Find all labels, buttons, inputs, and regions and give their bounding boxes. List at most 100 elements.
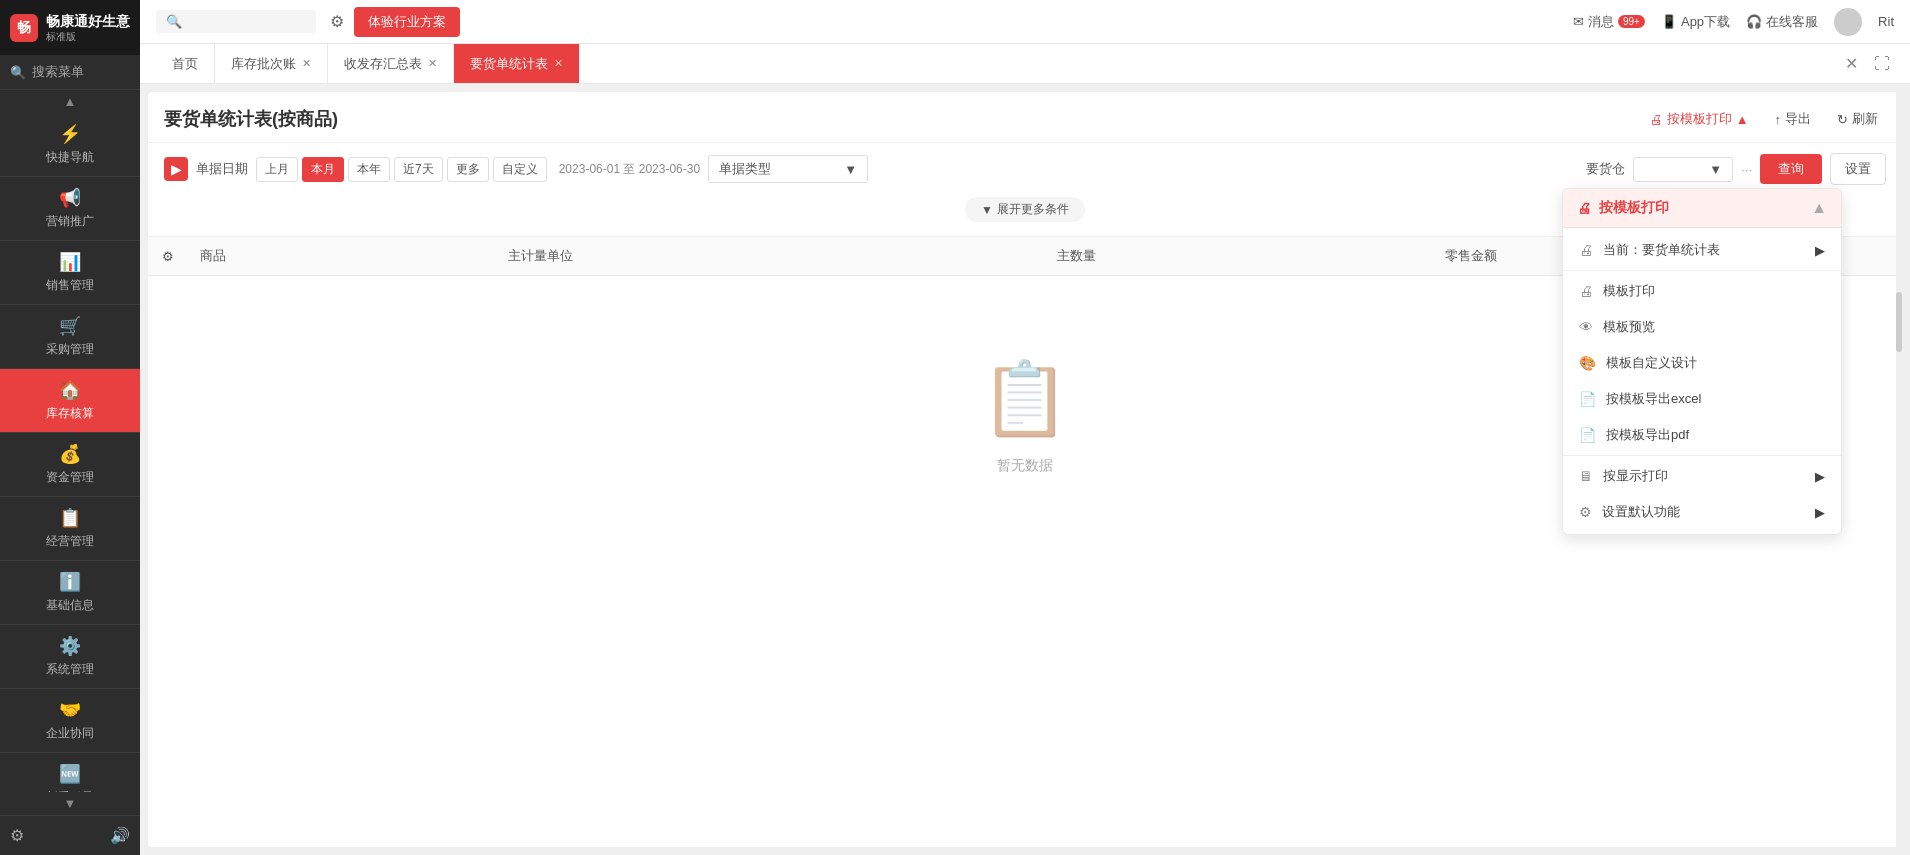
- warehouse-select[interactable]: ▼: [1633, 157, 1733, 182]
- sidebar-item-label: 企业协同: [46, 725, 94, 742]
- page-header: 要货单统计表(按商品) 🖨 按模板打印 ▲ ↑ 导出 ↻ 刷新: [148, 92, 1902, 143]
- logo-text: 畅康通好生意 标准版: [46, 12, 130, 43]
- message-label: 消息: [1588, 13, 1614, 31]
- tab-home[interactable]: 首页: [156, 44, 215, 83]
- online-service-btn[interactable]: 🎧 在线客服: [1746, 13, 1818, 31]
- tab-label: 库存批次账: [231, 55, 296, 73]
- username: Rit: [1878, 14, 1894, 29]
- set-default-icon: ⚙: [1579, 504, 1592, 520]
- sidebar-item-label: 营销推广: [46, 213, 94, 230]
- app-logo: 畅 畅康通好生意 标准版: [0, 0, 140, 55]
- expand-more-conditions-btn[interactable]: ▼ 展开更多条件: [965, 197, 1085, 222]
- chevron-down-icon3: ▼: [981, 203, 993, 217]
- avatar[interactable]: [1834, 8, 1862, 36]
- print-icon: 🖨: [1650, 112, 1663, 127]
- tab-batch-account[interactable]: 库存批次账 ✕: [215, 44, 328, 83]
- template-print-label: 模板打印: [1603, 282, 1655, 300]
- filter-extra-label: 要货仓: [1586, 160, 1625, 178]
- tab-receipt-summary[interactable]: 收发存汇总表 ✕: [328, 44, 454, 83]
- template-preview-label: 模板预览: [1603, 318, 1655, 336]
- sidebar-item-guide[interactable]: 🆕 新手引导: [0, 753, 140, 792]
- sidebar-scroll-up[interactable]: ▲: [0, 90, 140, 113]
- topbar-search-input[interactable]: [188, 15, 288, 29]
- topbar-right: ✉ 消息 99+ 📱 App下载 🎧 在线客服 Rit: [1573, 8, 1894, 36]
- speaker-icon[interactable]: 🔊: [110, 826, 130, 845]
- col-product: 商品: [188, 237, 496, 276]
- tab-close-btn[interactable]: ✕: [302, 57, 311, 70]
- btn-export-label: 导出: [1785, 110, 1811, 128]
- settings-btn[interactable]: 设置: [1830, 153, 1886, 185]
- sidebar-item-inventory[interactable]: 🏠 库存核算: [0, 369, 140, 433]
- topbar-search-box[interactable]: 🔍: [156, 10, 316, 33]
- btn-template-print[interactable]: 🖨 按模板打印 ▲: [1642, 106, 1757, 132]
- sidebar-item-basic[interactable]: ℹ️ 基础信息: [0, 561, 140, 625]
- dropdown-display-print[interactable]: 🖥 按显示打印 ▶: [1563, 458, 1841, 494]
- chevron-down-icon2: ▼: [1709, 162, 1722, 177]
- order-type-select[interactable]: 单据类型 ▼: [708, 155, 868, 183]
- template-print-dropdown: 🖨 按模板打印 ▲ 🖨 当前：要货单统计表 ▶ 🖨 模板打印: [1562, 188, 1842, 535]
- sidebar-item-finance[interactable]: 💰 资金管理: [0, 433, 140, 497]
- settings-footer-icon[interactable]: ⚙: [10, 826, 24, 845]
- dropdown-current-template[interactable]: 🖨 当前：要货单统计表 ▶: [1563, 232, 1841, 268]
- dropdown-template-design[interactable]: 🎨 模板自定义设计: [1563, 345, 1841, 381]
- sidebar-item-purchase[interactable]: 🛒 采购管理: [0, 305, 140, 369]
- topbar-gear-icon[interactable]: ⚙: [330, 12, 344, 31]
- app-download-btn[interactable]: 📱 App下载: [1661, 13, 1730, 31]
- date-btn-this-month[interactable]: 本月: [302, 157, 344, 182]
- display-print-label: 按显示打印: [1603, 467, 1668, 485]
- tab-close-btn[interactable]: ✕: [428, 57, 437, 70]
- dropdown-export-excel[interactable]: 📄 按模板导出excel: [1563, 381, 1841, 417]
- date-btn-more[interactable]: 更多: [447, 157, 489, 182]
- sidebar-item-marketing[interactable]: 📢 营销推广: [0, 177, 140, 241]
- search-menu-label: 搜索菜单: [32, 63, 84, 81]
- chevron-down-icon: ▼: [844, 162, 857, 177]
- btn-refresh[interactable]: ↻ 刷新: [1829, 106, 1886, 132]
- tab-label: 要货单统计表: [470, 55, 548, 73]
- sidebar-scroll-down[interactable]: ▼: [0, 792, 140, 815]
- more-conditions-label: 展开更多条件: [997, 201, 1069, 218]
- empty-illustration: 📋: [980, 356, 1070, 441]
- sidebar-item-collab[interactable]: 🤝 企业协同: [0, 689, 140, 753]
- btn-export[interactable]: ↑ 导出: [1767, 106, 1820, 132]
- logo-edition: 标准版: [46, 30, 130, 43]
- divider2: [1563, 455, 1841, 456]
- tab-order-stats[interactable]: 要货单统计表 ✕: [454, 44, 580, 83]
- col-unit: 主计量单位: [496, 237, 1045, 276]
- dropdown-set-default[interactable]: ⚙ 设置默认功能 ▶: [1563, 494, 1841, 530]
- dropdown-template-preview[interactable]: 👁 模板预览: [1563, 309, 1841, 345]
- message-icon: ✉: [1573, 14, 1584, 29]
- sidebar-item-sales[interactable]: 📊 销售管理: [0, 241, 140, 305]
- chevron-right-icon2: ▶: [1815, 469, 1825, 484]
- message-btn[interactable]: ✉ 消息 99+: [1573, 13, 1645, 31]
- tabbar: 首页 库存批次账 ✕ 收发存汇总表 ✕ 要货单统计表 ✕ ✕ ⛶: [140, 44, 1910, 84]
- dropdown-close-btn[interactable]: ▲: [1811, 199, 1827, 217]
- sidebar-item-system[interactable]: ⚙️ 系统管理: [0, 625, 140, 689]
- divider: [1563, 270, 1841, 271]
- dropdown-template-print[interactable]: 🖨 模板打印: [1563, 273, 1841, 309]
- tab-close-btn[interactable]: ✕: [554, 57, 563, 70]
- more-options-icon[interactable]: ···: [1741, 162, 1752, 177]
- scrollbar-thumb[interactable]: [1896, 292, 1902, 352]
- dropdown-header-left: 🖨 按模板打印: [1577, 199, 1669, 217]
- sidebar-nav: ⚡ 快捷导航 📢 营销推广 📊 销售管理 🛒 采购管理 🏠 库存核算 💰 资金管…: [0, 113, 140, 792]
- page-header-actions: 🖨 按模板打印 ▲ ↑ 导出 ↻ 刷新: [1642, 106, 1886, 132]
- tabbar-close-icon[interactable]: ✕: [1841, 50, 1862, 77]
- date-btn-this-year[interactable]: 本年: [348, 157, 390, 182]
- collab-icon: 🤝: [59, 699, 81, 721]
- query-btn[interactable]: 查询: [1760, 154, 1822, 184]
- sidebar-item-operations[interactable]: 📋 经营管理: [0, 497, 140, 561]
- sidebar-item-label: 销售管理: [46, 277, 94, 294]
- empty-text: 暂无数据: [997, 457, 1053, 475]
- search-menu[interactable]: 🔍 搜索菜单: [0, 55, 140, 90]
- printer-icon: 🖨: [1577, 200, 1591, 216]
- right-scrollbar[interactable]: [1896, 92, 1902, 847]
- tabbar-expand-icon[interactable]: ⛶: [1870, 51, 1894, 77]
- dropdown-export-pdf[interactable]: 📄 按模板导出pdf: [1563, 417, 1841, 453]
- date-btn-custom[interactable]: 自定义: [493, 157, 547, 182]
- sidebar-item-quick-nav[interactable]: ⚡ 快捷导航: [0, 113, 140, 177]
- col-settings[interactable]: ⚙: [148, 237, 188, 276]
- experience-btn[interactable]: 体验行业方案: [354, 7, 460, 37]
- date-btn-prev-month[interactable]: 上月: [256, 157, 298, 182]
- date-btn-last7days[interactable]: 近7天: [394, 157, 443, 182]
- filter-toggle-btn[interactable]: ▶: [164, 157, 188, 181]
